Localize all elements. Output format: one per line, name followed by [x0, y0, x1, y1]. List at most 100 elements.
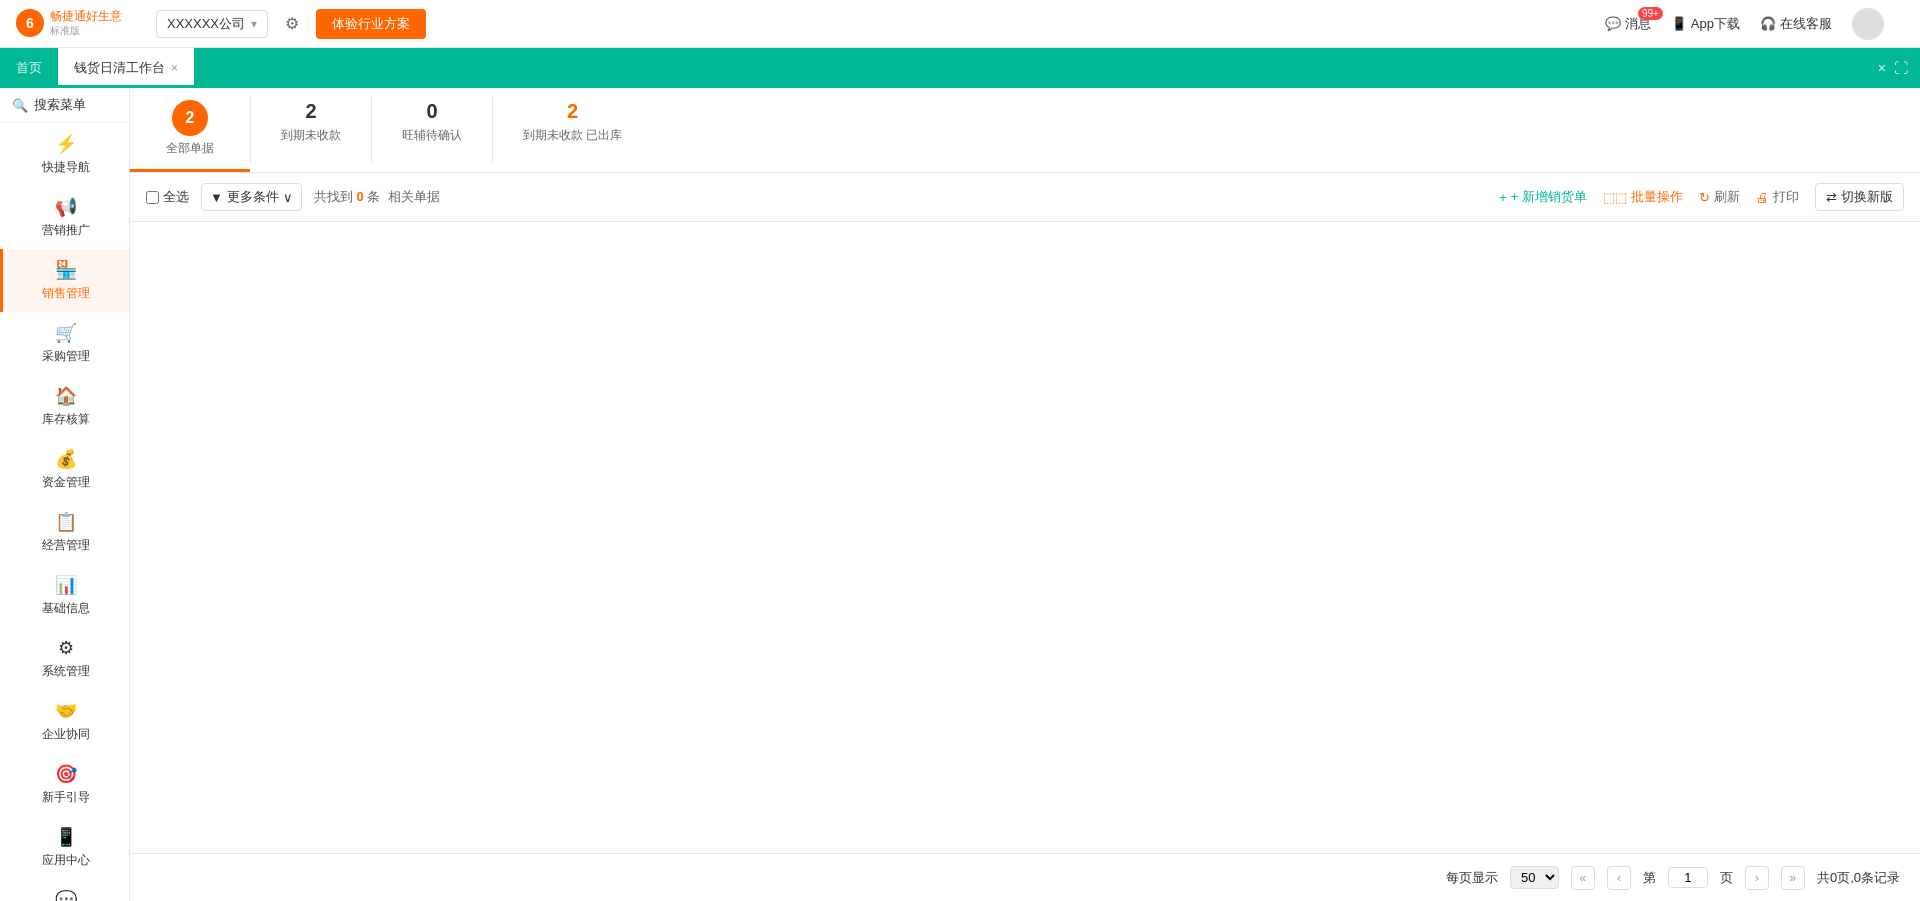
switch-new-version-button[interactable]: ⇄ 切换新版 [1815, 183, 1904, 211]
main-layout: 🔍 搜索菜单 ⚡ 快捷导航 📢 营销推广 🏪 销售管理 🛒 采购管理 🏠 库存核… [0, 88, 1920, 901]
service-icon: 🎧 [1760, 16, 1776, 31]
found-text: 共找到 0 条 相关单据 [314, 188, 440, 206]
app-download-label: App下载 [1691, 15, 1740, 33]
online-service-label: 在线客服 [1780, 15, 1832, 33]
stats-tabs: 2 全部单据 2 到期未收款 0 旺辅待确认 2 到期未收款 已出库 [130, 88, 1920, 173]
stat-pending-label: 旺辅待确认 [402, 127, 462, 144]
online-service-button[interactable]: 🎧 在线客服 [1760, 15, 1832, 33]
table-area [130, 222, 1920, 853]
sidebar-item-sales[interactable]: 🏪 销售管理 [0, 249, 129, 312]
quick-nav-icon: ⚡ [55, 133, 77, 155]
print-icon: 🖨 [1756, 190, 1769, 205]
toolbar-left: 全选 ▼ 更多条件 ∨ 共找到 0 条 相关单据 [146, 183, 440, 211]
chevron-down-icon: ▾ [251, 17, 257, 31]
top-header: 6 畅捷通好生意 标准版 XXXXXX公司 ▾ ⚙ 体验行业方案 💬 消息 99… [0, 0, 1920, 48]
sidebar: 🔍 搜索菜单 ⚡ 快捷导航 📢 营销推广 🏪 销售管理 🛒 采购管理 🏠 库存核… [0, 88, 130, 901]
refresh-button[interactable]: ↻ 刷新 [1699, 188, 1740, 206]
stat-overdue-number: 2 [305, 100, 316, 123]
sidebar-item-guide[interactable]: 🎯 新手引导 [0, 753, 129, 816]
inventory-icon: 🏠 [55, 385, 77, 407]
sidebar-item-app-center[interactable]: 📱 应用中心 [0, 816, 129, 879]
stat-tab-all[interactable]: 2 全部单据 [130, 88, 250, 172]
weixin-icon: 💬 [55, 889, 77, 901]
add-sales-button[interactable]: + + 新增销货单 [1499, 188, 1587, 206]
page-label: 第 [1643, 869, 1656, 887]
stat-tab-overdue[interactable]: 2 到期未收款 [251, 88, 371, 172]
prev-page-button[interactable]: ‹ [1607, 866, 1631, 890]
next-page-button[interactable]: › [1745, 866, 1769, 890]
filter-icon: ▼ [210, 190, 223, 205]
tab-active[interactable]: 钱货日清工作台 × [58, 48, 194, 88]
sales-icon: 🏪 [55, 259, 77, 281]
sidebar-item-system[interactable]: ⚙ 系统管理 [0, 627, 129, 690]
company-name: XXXXXX公司 [167, 15, 245, 33]
company-selector[interactable]: XXXXXX公司 ▾ [156, 10, 268, 38]
avatar[interactable] [1852, 8, 1884, 40]
logo-icon: 6 [16, 9, 44, 37]
page-size-select[interactable]: 50 [1510, 866, 1559, 889]
sidebar-item-cooperation[interactable]: 🤝 企业协同 [0, 690, 129, 753]
content-area: 2 全部单据 2 到期未收款 0 旺辅待确认 2 到期未收款 已出库 [130, 88, 1920, 901]
trial-button[interactable]: 体验行业方案 [316, 9, 426, 39]
toolbar: 全选 ▼ 更多条件 ∨ 共找到 0 条 相关单据 + + 新增销货单 [130, 173, 1920, 222]
stat-tab-pending[interactable]: 0 旺辅待确认 [372, 88, 492, 172]
tab-minimize-icon[interactable]: × [1878, 60, 1886, 76]
tab-home[interactable]: 首页 [0, 48, 58, 88]
app-center-icon: 📱 [55, 826, 77, 848]
sidebar-item-quick-nav[interactable]: ⚡ 快捷导航 [0, 123, 129, 186]
stat-tab-out-of-stock[interactable]: 2 到期未收款 已出库 [493, 88, 652, 172]
cooperation-icon: 🤝 [55, 700, 77, 722]
select-all-checkbox[interactable]: 全选 [146, 188, 189, 206]
operation-icon: 📋 [55, 511, 77, 533]
stat-overdue-label: 到期未收款 [281, 127, 341, 144]
logo-text-block: 畅捷通好生意 标准版 [50, 9, 122, 37]
tab-bar: 首页 钱货日清工作台 × × ⛶ [0, 48, 1920, 88]
sidebar-item-base-info[interactable]: 📊 基础信息 [0, 564, 129, 627]
more-filters-button[interactable]: ▼ 更多条件 ∨ [201, 183, 302, 211]
sidebar-item-marketing[interactable]: 📢 营销推广 [0, 186, 129, 249]
message-icon: 💬 [1605, 16, 1621, 31]
pagination-bar: 每页显示 50 « ‹ 第 页 › » 共0页,0条记录 [130, 853, 1920, 901]
chevron-icon: ∨ [283, 190, 293, 205]
batch-icon: ⬚⬚ [1603, 190, 1627, 205]
page-input[interactable] [1668, 867, 1708, 888]
sidebar-item-operation[interactable]: 📋 经营管理 [0, 501, 129, 564]
purchase-icon: 🛒 [55, 322, 77, 344]
batch-ops-button[interactable]: ⬚⬚ 批量操作 [1603, 188, 1683, 206]
first-page-button[interactable]: « [1571, 866, 1595, 890]
page-suffix: 页 [1720, 869, 1733, 887]
switch-icon: ⇄ [1826, 190, 1837, 205]
sidebar-item-inventory[interactable]: 🏠 库存核算 [0, 375, 129, 438]
guide-icon: 🎯 [55, 763, 77, 785]
stat-pending-number: 0 [426, 100, 437, 123]
stat-outofstock-label: 到期未收款 已出库 [523, 127, 622, 144]
settings-icon[interactable]: ⚙ [276, 8, 308, 40]
total-records: 共0页,0条记录 [1817, 869, 1900, 887]
logo-area: 6 畅捷通好生意 标准版 [16, 9, 146, 37]
finance-icon: 💰 [55, 448, 77, 470]
sidebar-item-purchase[interactable]: 🛒 采购管理 [0, 312, 129, 375]
marketing-icon: 📢 [55, 196, 77, 218]
last-page-button[interactable]: » [1781, 866, 1805, 890]
tab-maximize-icon[interactable]: ⛶ [1894, 60, 1908, 76]
sidebar-item-finance[interactable]: 💰 资金管理 [0, 438, 129, 501]
refresh-icon: ↻ [1699, 190, 1710, 205]
stat-all-label: 全部单据 [166, 140, 214, 157]
page-size-label: 每页显示 [1446, 869, 1498, 887]
logo-name: 畅捷通好生意 [50, 9, 122, 23]
toolbar-right: + + 新增销货单 ⬚⬚ 批量操作 ↻ 刷新 🖨 打印 ⇄ 切换新版 [1499, 183, 1904, 211]
select-all-input[interactable] [146, 191, 159, 204]
sidebar-search[interactable]: 🔍 搜索菜单 [0, 88, 129, 123]
app-download-button[interactable]: 📱 App下载 [1671, 15, 1740, 33]
system-icon: ⚙ [58, 637, 74, 659]
messages-button[interactable]: 💬 消息 99+ [1605, 15, 1651, 33]
sidebar-item-weixin[interactable]: 💬 企业微信 [0, 879, 129, 901]
stat-all-number: 2 [172, 100, 208, 136]
print-button[interactable]: 🖨 打印 [1756, 188, 1799, 206]
header-right: 💬 消息 99+ 📱 App下载 🎧 在线客服 [1605, 8, 1904, 40]
stat-outofstock-number: 2 [567, 100, 578, 123]
search-icon: 🔍 [12, 98, 28, 113]
add-icon: + [1499, 190, 1507, 205]
logo-sub: 标准版 [50, 24, 122, 38]
tab-close-icon[interactable]: × [171, 61, 178, 75]
